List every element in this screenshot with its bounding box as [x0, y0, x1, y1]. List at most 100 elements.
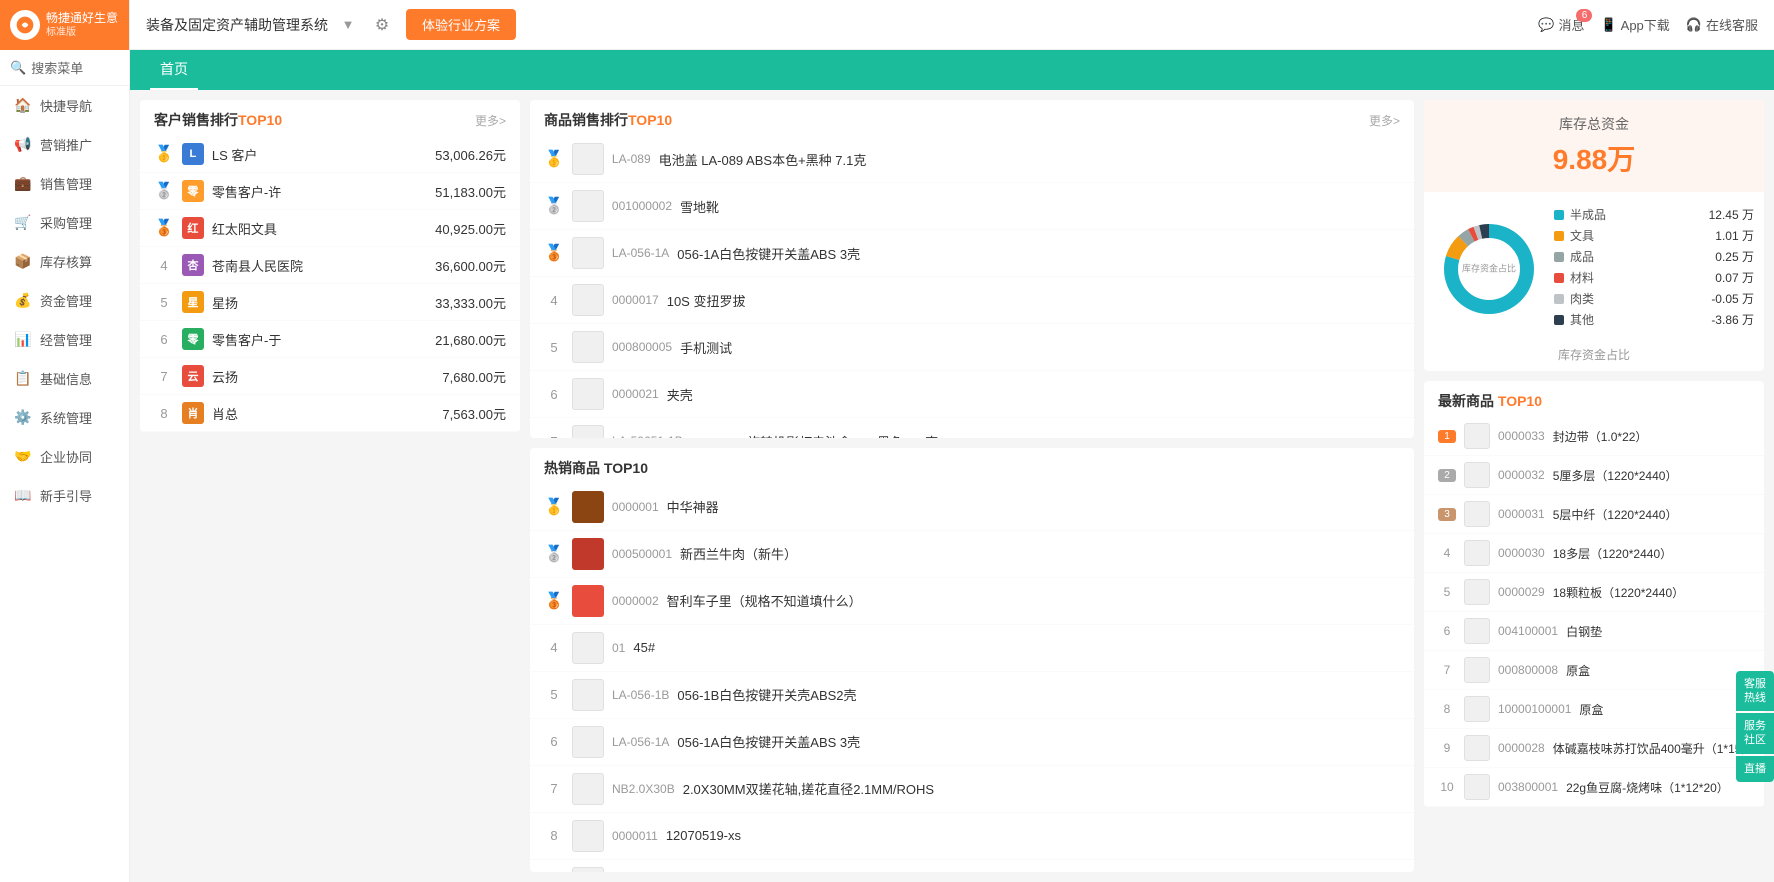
legend-item: 成品 0.25 万 [1554, 248, 1754, 265]
finance-icon: 💰 [14, 292, 32, 310]
medal-icon: 🥉 [544, 591, 564, 611]
message-icon: 💬 [1538, 17, 1554, 33]
hot-product-row: 🥇 0000001 中华神器 [530, 484, 1414, 531]
float-btn-2[interactable]: 直播 [1736, 756, 1774, 782]
online-service-button[interactable]: 🎧 在线客服 [1686, 15, 1758, 34]
rank-number: 7 [1438, 663, 1456, 677]
float-btn-1[interactable]: 服务社区 [1736, 713, 1774, 754]
donut-section: 库存资金占比 半成品 12.45 万 文具 1.01 万 成品 0.25 万 材… [1424, 192, 1764, 346]
rank-number: 7 [154, 369, 174, 384]
sidebar-item-quick-nav[interactable]: 🏠 快捷导航 [0, 86, 129, 125]
product-thumb [572, 820, 604, 852]
hot-product-row: 🥈 000500001 新西兰牛肉（新牛） [530, 531, 1414, 578]
hot-products-list: 🥇 0000001 中华神器🥈 000500001 新西兰牛肉（新牛） 🥉 000… [530, 484, 1414, 872]
legend-color [1554, 252, 1564, 262]
product-name: 电池盖 LA-089 ABS本色+黑种 7.1克 [659, 150, 1400, 169]
product-code: LA-056-1B [612, 688, 669, 702]
legend-color [1554, 231, 1564, 241]
new-product-row: 7 000800008 原盒 [1424, 651, 1764, 690]
product-name: 22g鱼豆腐-烧烤味（1*12*20） [1566, 779, 1750, 796]
sidebar-item-sales[interactable]: 💼 销售管理 [0, 164, 129, 203]
product-thumb [1464, 579, 1490, 605]
float-buttons: 客服热线服务社区直播 [1736, 671, 1774, 782]
product-code: LA-056-1A [612, 246, 669, 260]
rank-amount: 53,006.26元 [435, 145, 506, 164]
sidebar-item-inventory[interactable]: 📦 库存核算 [0, 242, 129, 281]
sidebar-item-basic-info[interactable]: 📋 基础信息 [0, 359, 129, 398]
search-menu[interactable]: 🔍 搜索菜单 [0, 50, 129, 86]
product-name: 夹壳 [667, 385, 1400, 404]
hot-product-row: 9 KK-SD22110H 花语萌恒温分腿睡袋（厚款） [530, 860, 1414, 872]
sidebar-item-cooperation[interactable]: 🤝 企业协同 [0, 437, 129, 476]
marketing-icon: 📢 [14, 136, 32, 154]
rank-avatar: 零 [182, 180, 204, 202]
left-panel: 客户销售排行TOP10 更多> 🥇 L LS 客户 53,006.26元🥈 零 … [140, 100, 520, 872]
product-code: LA-089 [612, 152, 651, 166]
product-code: 000800008 [1498, 663, 1558, 677]
product-name: 056-1A白色按键开关盖ABS 3壳 [677, 244, 1400, 263]
product-rank-list: 🥇 LA-089 电池盖 LA-089 ABS本色+黑种 7.1克🥈 00100… [530, 136, 1414, 438]
sidebar-item-purchase[interactable]: 🛒 采购管理 [0, 203, 129, 242]
topbar: 装备及固定资产辅助管理系统 ▼ ⚙ 体验行业方案 💬 消息 6 📱 App下载 … [130, 0, 1774, 50]
sidebar-item-finance[interactable]: 💰 资金管理 [0, 281, 129, 320]
new-product-row: 9 0000028 体碱嘉枝味苏打饮品400毫升（1*15） [1424, 729, 1764, 768]
float-btn-0[interactable]: 客服热线 [1736, 671, 1774, 712]
rank-number: 8 [544, 828, 564, 843]
medal-icon: 🥈 [544, 544, 564, 564]
rank-row: 4 杏 苍南县人民医院 36,600.00元 [140, 247, 520, 284]
guide-icon: 📖 [14, 487, 32, 505]
product-thumb [1464, 462, 1490, 488]
product-code: 0000031 [1498, 507, 1545, 521]
new-product-row: 5 0000029 18颗粒板（1220*2440） [1424, 573, 1764, 612]
right-panel: 库存总资金 9.88万 [1424, 100, 1764, 872]
product-rank-title: 商品销售排行TOP10 [544, 110, 672, 130]
product-code: 001000002 [612, 199, 672, 213]
rank-number: 5 [1438, 585, 1456, 599]
messages-button[interactable]: 💬 消息 6 [1538, 15, 1584, 34]
new-product-row: 4 0000030 18多层（1220*2440） [1424, 534, 1764, 573]
medal-icon: 🥇 [544, 497, 564, 517]
product-thumb [572, 425, 604, 438]
rank-number: 7 [544, 781, 564, 796]
sidebar-item-label: 快捷导航 [40, 96, 92, 115]
settings-icon[interactable]: ⚙ [368, 11, 396, 39]
legend-name: 肉类 [1570, 290, 1705, 307]
home-tab[interactable]: 首页 [150, 50, 198, 90]
content-area: 客户销售排行TOP10 更多> 🥇 L LS 客户 53,006.26元🥈 零 … [130, 90, 1774, 882]
product-code: 0000028 [1498, 741, 1545, 755]
product-name: 056-1B白色按键开关壳ABS2壳 [677, 685, 1400, 704]
page-header: 首页 [130, 50, 1774, 90]
app-download-button[interactable]: 📱 App下载 [1600, 15, 1669, 34]
product-name: 056-1A白色按键开关盖ABS 3壳 [677, 732, 1400, 751]
legend-value: -0.05 万 [1711, 290, 1754, 307]
trial-button[interactable]: 体验行业方案 [406, 9, 516, 40]
sidebar-item-operations[interactable]: 📊 经营管理 [0, 320, 129, 359]
dropdown-icon[interactable]: ▼ [338, 15, 358, 35]
rank-number: 6 [1438, 624, 1456, 638]
product-code: 003800001 [1498, 780, 1558, 794]
product-name: 智利车子里（规格不知道填什么） [667, 591, 1400, 610]
search-icon: 🔍 [10, 60, 26, 76]
rank-name: 云扬 [212, 367, 434, 386]
product-name: 中华神器 [667, 497, 1400, 516]
system-name: 装备及固定资产辅助管理系统 [146, 15, 328, 35]
sidebar-item-system[interactable]: ⚙️ 系统管理 [0, 398, 129, 437]
product-name: 原盒 [1566, 662, 1750, 679]
product-name: 12070519-xs [666, 828, 1400, 843]
product-rank-more[interactable]: 更多> [1369, 112, 1400, 129]
rank-number: 2 [1438, 469, 1456, 482]
rank-number: 3 [1438, 508, 1456, 521]
legend-color [1554, 210, 1564, 220]
sidebar-item-marketing[interactable]: 📢 营销推广 [0, 125, 129, 164]
donut-inner-label: 库存资金占比 [1462, 264, 1516, 275]
rank-avatar: 零 [182, 328, 204, 350]
top10-badge: TOP10 [238, 112, 282, 128]
rank-row: 8 肖 肖总 7,563.00元 [140, 395, 520, 432]
sidebar-item-guide[interactable]: 📖 新手引导 [0, 476, 129, 515]
legend-value: -3.86 万 [1711, 311, 1754, 328]
customer-rank-more[interactable]: 更多> [475, 112, 506, 129]
product-code: 0000011 [612, 829, 658, 843]
product-rank-row: 5 000800005 手机测试 [530, 324, 1414, 371]
product-name: 59651-1B旋转投影灯电池盒ABS黑色+58壳 [691, 432, 1400, 438]
product-thumb [572, 491, 604, 523]
